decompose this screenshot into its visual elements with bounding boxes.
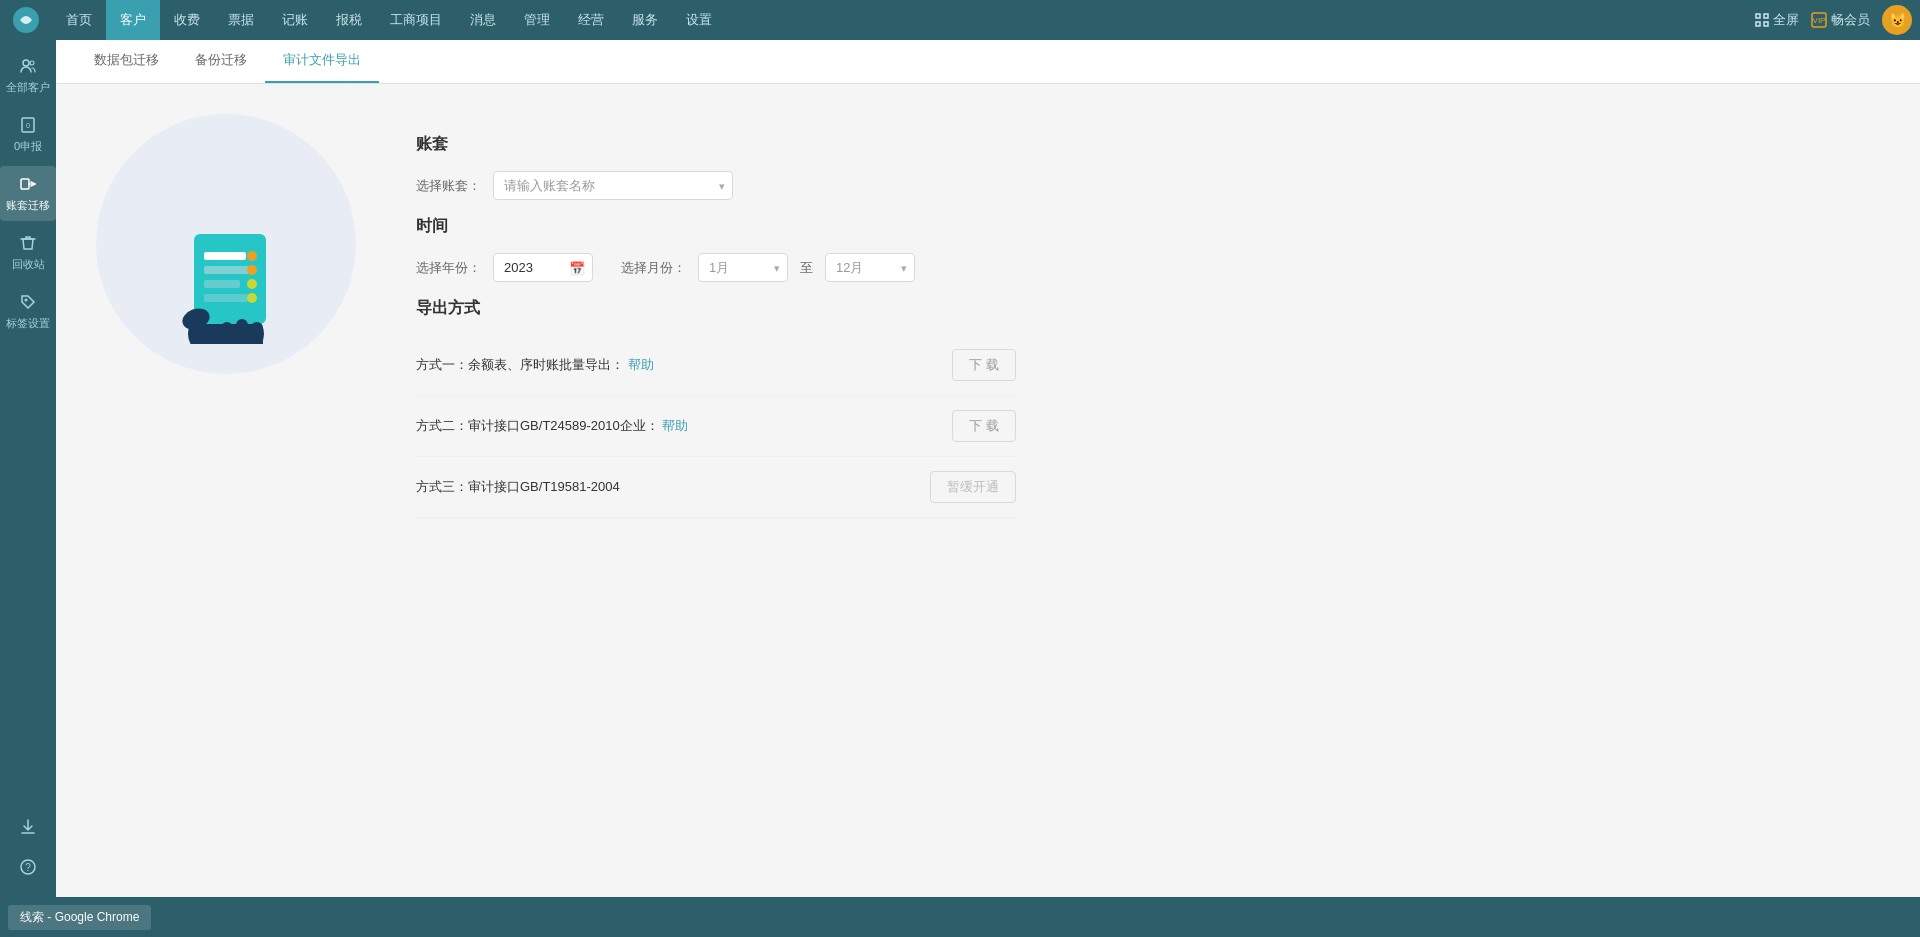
time-section-title: 时间 <box>416 216 1016 237</box>
svg-text:?: ? <box>25 862 31 873</box>
account-label: 选择账套： <box>416 177 481 195</box>
export-method-1: 方式一：余额表、序时账批量导出： 帮助 下 载 <box>416 335 1016 396</box>
nav-invoice[interactable]: 票据 <box>214 0 268 40</box>
svg-point-24 <box>247 293 257 303</box>
start-month-select[interactable]: 1月2月3月4月 5月6月7月8月 9月10月11月12月 <box>698 253 788 282</box>
nav-menu: 首页 客户 收费 票据 记账 报税 工商项目 消息 管理 经营 服务 设置 <box>52 0 1755 40</box>
export-section: 导出方式 方式一：余额表、序时账批量导出： 帮助 下 载 方式二：审计接口GB/… <box>416 298 1016 518</box>
tab-bar: 数据包迁移 备份迁移 审计文件导出 <box>56 40 1920 84</box>
taskbar-chrome[interactable]: 线索 - Google Chrome <box>8 905 151 930</box>
nav-service[interactable]: 服务 <box>618 0 672 40</box>
end-month-select[interactable]: 1月2月3月4月 5月6月7月8月 9月10月11月12月 <box>825 253 915 282</box>
sidebar-item-tag-settings[interactable]: 标签设置 <box>0 284 56 339</box>
audit-illustration <box>126 144 326 344</box>
export-method-2-button[interactable]: 下 载 <box>952 410 1016 442</box>
sidebar-item-download[interactable] <box>0 809 56 845</box>
svg-rect-27 <box>236 319 248 344</box>
time-row: 选择年份： 📅 选择月份： 1月2月3月4月 5月6月7月8月 9月10月11月… <box>416 253 1016 282</box>
year-input-wrapper: 📅 <box>493 253 593 282</box>
month-label: 选择月份： <box>621 259 686 277</box>
nav-manage[interactable]: 管理 <box>510 0 564 40</box>
illustration-circle <box>96 114 356 374</box>
fullscreen-button[interactable]: 全屏 <box>1755 11 1799 29</box>
export-method-2: 方式二：审计接口GB/T24589-2010企业： 帮助 下 载 <box>416 396 1016 457</box>
svg-point-22 <box>247 265 257 275</box>
svg-point-7 <box>23 60 29 66</box>
nav-tax[interactable]: 报税 <box>322 0 376 40</box>
account-section-title: 账套 <box>416 134 1016 155</box>
account-row: 选择账套： 请输入账套名称 ▾ <box>416 171 1016 200</box>
sidebar-item-all-clients[interactable]: 全部客户 <box>0 48 56 103</box>
nav-home[interactable]: 首页 <box>52 0 106 40</box>
nav-billing[interactable]: 收费 <box>160 0 214 40</box>
export-section-title: 导出方式 <box>416 298 1016 319</box>
nav-bookkeeping[interactable]: 记账 <box>268 0 322 40</box>
export-method-1-button[interactable]: 下 载 <box>952 349 1016 381</box>
illustration-area <box>96 114 356 374</box>
svg-rect-17 <box>204 252 246 260</box>
main-layout: 全部客户 0 0申报 账套迁移 回收站 <box>0 40 1920 897</box>
sidebar-item-help[interactable]: ? <box>0 849 56 885</box>
end-month-wrapper: 1月2月3月4月 5月6月7月8月 9月10月11月12月 ▾ <box>825 253 915 282</box>
vip-button[interactable]: VIP 畅会员 <box>1811 11 1870 29</box>
export-method-3: 方式三：审计接口GB/T19581-2004 暂缓开通 <box>416 457 1016 518</box>
account-select[interactable]: 请输入账套名称 <box>493 171 733 200</box>
nav-message[interactable]: 消息 <box>456 0 510 40</box>
account-select-wrapper: 请输入账套名称 ▾ <box>493 171 733 200</box>
nav-business[interactable]: 工商项目 <box>376 0 456 40</box>
sidebar-label-tag-settings: 标签设置 <box>6 316 50 331</box>
svg-rect-28 <box>251 322 263 344</box>
svg-point-23 <box>247 279 257 289</box>
svg-rect-3 <box>1756 22 1760 26</box>
app-logo[interactable] <box>8 2 44 38</box>
sidebar-label-zero-filing: 0申报 <box>14 139 42 154</box>
svg-rect-11 <box>21 179 29 189</box>
start-month-wrapper: 1月2月3月4月 5月6月7月8月 9月10月11月12月 ▾ <box>698 253 788 282</box>
svg-text:VIP: VIP <box>1813 16 1826 25</box>
year-label: 选择年份： <box>416 259 481 277</box>
user-avatar[interactable]: 😺 <box>1882 5 1912 35</box>
content-area: 数据包迁移 备份迁移 审计文件导出 <box>56 40 1920 897</box>
top-navigation: 首页 客户 收费 票据 记账 报税 工商项目 消息 管理 经营 服务 设置 全屏… <box>0 0 1920 40</box>
sidebar-item-recycle[interactable]: 回收站 <box>0 225 56 280</box>
export-method-2-desc: 方式二：审计接口GB/T24589-2010企业： 帮助 <box>416 417 688 435</box>
svg-rect-18 <box>204 266 254 274</box>
svg-point-12 <box>25 299 28 302</box>
sidebar-bottom: ? <box>0 809 56 897</box>
left-sidebar: 全部客户 0 0申报 账套迁移 回收站 <box>0 40 56 897</box>
form-area: 账套 选择账套： 请输入账套名称 ▾ 时间 选择年份： <box>416 114 1016 518</box>
tab-data-migration[interactable]: 数据包迁移 <box>76 51 177 83</box>
sidebar-item-account-migrate[interactable]: 账套迁移 <box>0 166 56 221</box>
svg-rect-20 <box>204 294 248 302</box>
sidebar-label-account-migrate: 账套迁移 <box>6 198 50 213</box>
svg-rect-19 <box>204 280 240 288</box>
page-content: 账套 选择账套： 请输入账套名称 ▾ 时间 选择年份： <box>56 84 1920 897</box>
svg-text:0: 0 <box>26 122 30 129</box>
export-method-3-desc: 方式三：审计接口GB/T19581-2004 <box>416 478 620 496</box>
svg-rect-26 <box>221 322 233 344</box>
taskbar: 线索 - Google Chrome <box>0 897 1920 937</box>
export-method-1-help[interactable]: 帮助 <box>628 357 654 372</box>
export-method-1-desc: 方式一：余额表、序时账批量导出： 帮助 <box>416 356 654 374</box>
sidebar-item-zero-filing[interactable]: 0 0申报 <box>0 107 56 162</box>
svg-rect-2 <box>1764 14 1768 18</box>
nav-client[interactable]: 客户 <box>106 0 160 40</box>
svg-point-8 <box>30 61 34 65</box>
year-input[interactable] <box>493 253 593 282</box>
nav-right: 全屏 VIP 畅会员 😺 <box>1755 5 1912 35</box>
tab-backup-migration[interactable]: 备份迁移 <box>177 51 265 83</box>
sidebar-label-all-clients: 全部客户 <box>6 80 50 95</box>
to-label: 至 <box>800 259 813 277</box>
export-method-2-help[interactable]: 帮助 <box>662 418 688 433</box>
svg-rect-4 <box>1764 22 1768 26</box>
svg-point-21 <box>247 251 257 261</box>
svg-rect-1 <box>1756 14 1760 18</box>
export-method-3-button: 暂缓开通 <box>930 471 1016 503</box>
nav-operation[interactable]: 经营 <box>564 0 618 40</box>
nav-settings[interactable]: 设置 <box>672 0 726 40</box>
sidebar-label-recycle: 回收站 <box>12 257 45 272</box>
tab-audit-export[interactable]: 审计文件导出 <box>265 51 379 83</box>
